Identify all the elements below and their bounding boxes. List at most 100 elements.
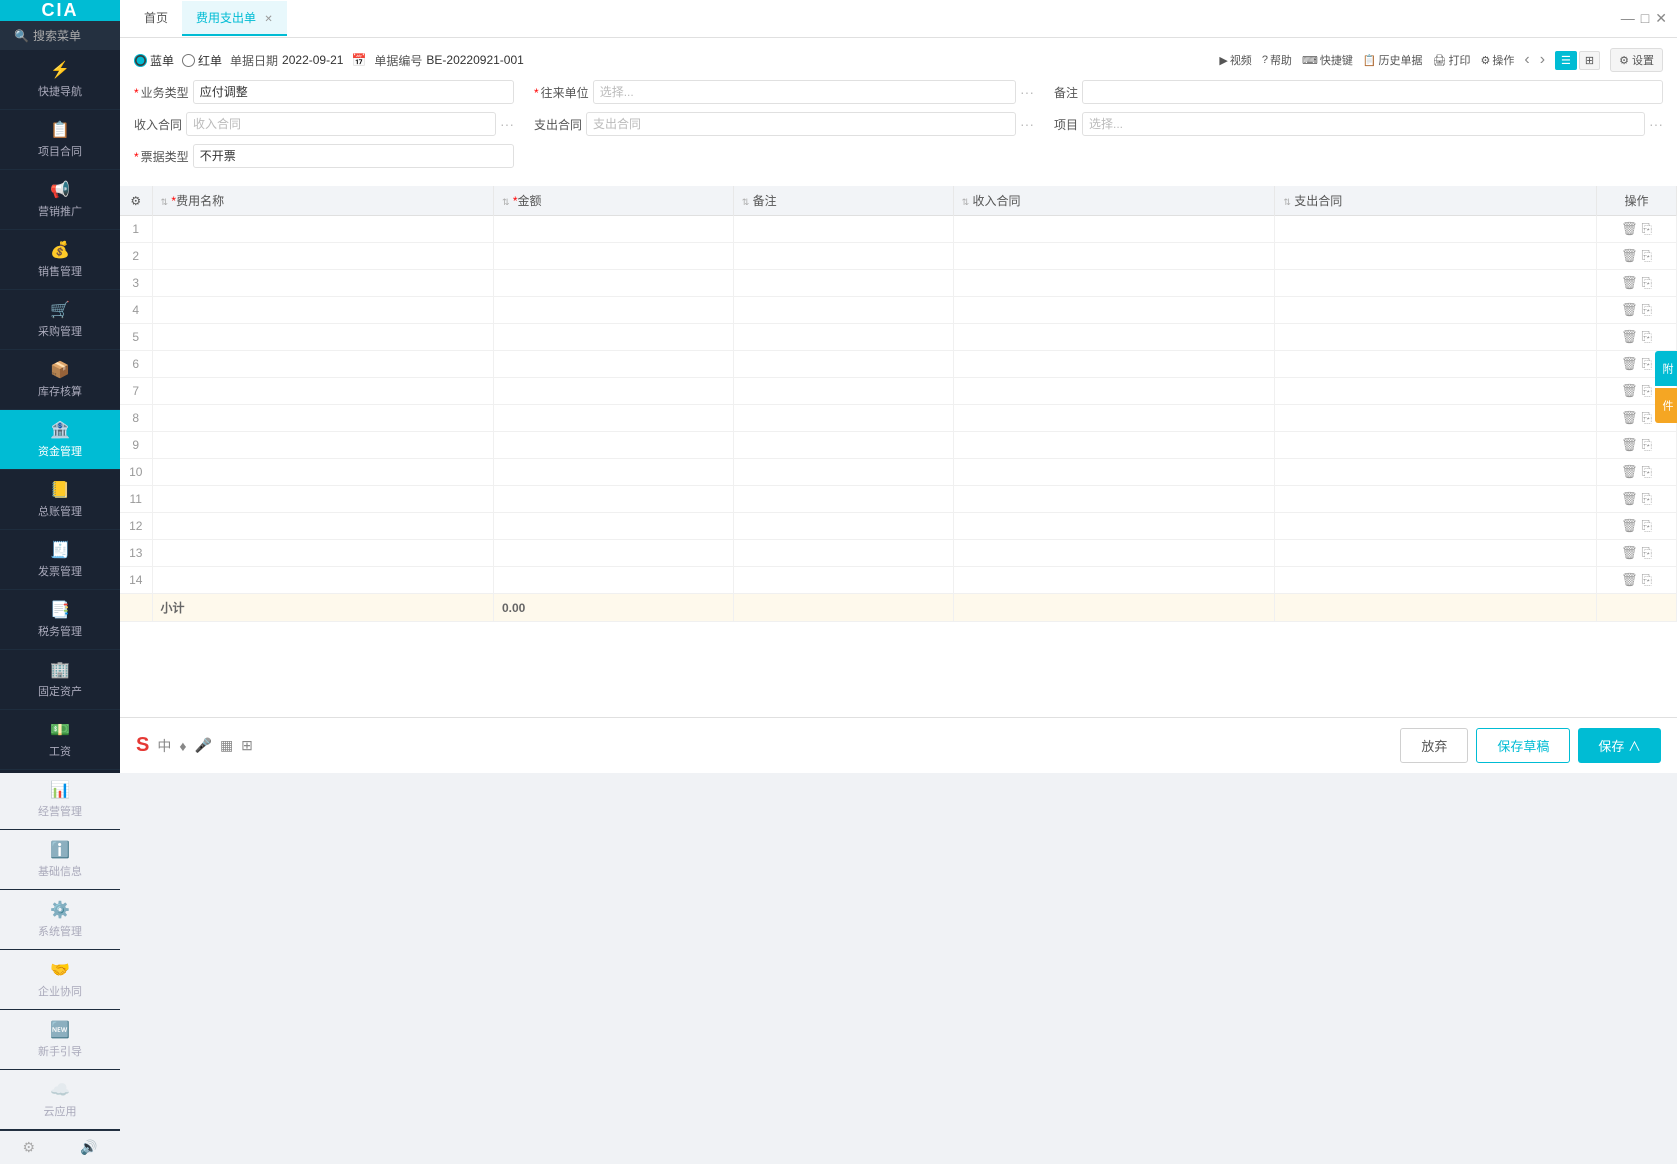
copy-icon[interactable]: ⎘ [1642, 491, 1652, 507]
copy-icon[interactable]: ⎘ [1642, 356, 1652, 372]
sidebar-item-capital[interactable]: 🏦 资金管理 [0, 410, 120, 470]
th-expense-contract[interactable]: ⇅ 支出合同 [1275, 186, 1597, 216]
sidebar-item-system[interactable]: ⚙️ 系统管理 [0, 890, 120, 950]
cell-expense-contract[interactable] [1275, 513, 1597, 540]
cell-income-contract[interactable] [953, 486, 1275, 513]
copy-icon[interactable]: ⎘ [1642, 221, 1652, 237]
cell-expense-name[interactable] [152, 351, 493, 378]
help-btn[interactable]: ? 帮助 [1262, 52, 1292, 68]
cell-amount[interactable] [493, 324, 733, 351]
cell-expense-contract[interactable] [1275, 459, 1597, 486]
brand-icon-mic[interactable]: 🎤 [195, 737, 212, 754]
tab-close-icon[interactable]: ✕ [264, 14, 272, 25]
copy-icon[interactable]: ⎘ [1642, 437, 1652, 453]
sidebar-search[interactable]: 🔍 搜索菜单 [0, 21, 120, 50]
nav-prev-btn[interactable]: ‹ [1524, 51, 1529, 69]
cell-expense-name[interactable] [152, 486, 493, 513]
cell-income-contract[interactable] [953, 270, 1275, 297]
tab-expense[interactable]: 费用支出单 ✕ [182, 1, 287, 36]
project-dots[interactable]: ··· [1649, 116, 1663, 132]
cell-expense-contract[interactable] [1275, 297, 1597, 324]
window-maximize[interactable]: □ [1641, 10, 1649, 27]
cell-expense-name[interactable] [152, 216, 493, 243]
delete-icon[interactable]: 🗑 [1621, 491, 1638, 507]
cell-expense-contract[interactable] [1275, 540, 1597, 567]
cell-expense-contract[interactable] [1275, 486, 1597, 513]
cell-income-contract[interactable] [953, 432, 1275, 459]
cell-amount[interactable] [493, 378, 733, 405]
brand-icon-diamond[interactable]: ♦ [179, 738, 186, 754]
cell-expense-contract[interactable] [1275, 567, 1597, 594]
sidebar-item-fixed-assets[interactable]: 🏢 固定资产 [0, 650, 120, 710]
th-amount[interactable]: ⇅ *金额 [493, 186, 733, 216]
cell-remark[interactable] [733, 513, 953, 540]
cell-expense-name[interactable] [152, 459, 493, 486]
shortcut-btn[interactable]: ⌨ 快捷键 [1302, 52, 1353, 68]
cell-remark[interactable] [733, 324, 953, 351]
copy-icon[interactable]: ⎘ [1642, 464, 1652, 480]
delete-icon[interactable]: 🗑 [1621, 545, 1638, 561]
counterparty-dots[interactable]: ··· [1020, 84, 1034, 100]
cell-amount[interactable] [493, 297, 733, 324]
cell-income-contract[interactable] [953, 378, 1275, 405]
delete-icon[interactable]: 🗑 [1621, 437, 1638, 453]
cell-expense-name[interactable] [152, 540, 493, 567]
cell-expense-contract[interactable] [1275, 324, 1597, 351]
cell-expense-name[interactable] [152, 513, 493, 540]
cell-expense-name[interactable] [152, 243, 493, 270]
sidebar-item-new-guide[interactable]: 🆕 新手引导 [0, 1010, 120, 1070]
cell-expense-contract[interactable] [1275, 405, 1597, 432]
save-button[interactable]: 保存 ∧ [1578, 728, 1661, 763]
volume-icon[interactable]: 🔊 [80, 1139, 97, 1156]
cell-remark[interactable] [733, 486, 953, 513]
th-gear[interactable]: ⚙ [120, 186, 152, 216]
delete-icon[interactable]: 🗑 [1621, 410, 1638, 426]
sidebar-item-quick-nav[interactable]: ⚡ 快捷导航 [0, 50, 120, 110]
counterparty-input[interactable] [593, 80, 1016, 104]
cell-expense-name[interactable] [152, 432, 493, 459]
cell-income-contract[interactable] [953, 540, 1275, 567]
window-minimize[interactable]: — [1621, 10, 1635, 27]
sidebar-item-sales[interactable]: 💰 销售管理 [0, 230, 120, 290]
cell-income-contract[interactable] [953, 459, 1275, 486]
save-draft-button[interactable]: 保存草稿 [1476, 728, 1570, 763]
cell-expense-contract[interactable] [1275, 432, 1597, 459]
expense-contract-dots[interactable]: ··· [1020, 116, 1034, 132]
cell-amount[interactable] [493, 243, 733, 270]
cell-remark[interactable] [733, 216, 953, 243]
cell-amount[interactable] [493, 216, 733, 243]
delete-icon[interactable]: 🗑 [1621, 518, 1638, 534]
cell-remark[interactable] [733, 567, 953, 594]
cell-expense-name[interactable] [152, 297, 493, 324]
copy-icon[interactable]: ⎘ [1642, 302, 1652, 318]
brand-icon-zh[interactable]: 中 [157, 736, 171, 756]
view-grid-btn[interactable]: ⊞ [1579, 51, 1600, 70]
th-remark[interactable]: ⇅ 备注 [733, 186, 953, 216]
cell-income-contract[interactable] [953, 324, 1275, 351]
cell-amount[interactable] [493, 513, 733, 540]
project-input[interactable] [1082, 112, 1645, 136]
cell-amount[interactable] [493, 486, 733, 513]
cell-expense-contract[interactable] [1275, 378, 1597, 405]
sidebar-item-salary[interactable]: 💵 工资 [0, 710, 120, 770]
delete-icon[interactable]: 🗑 [1621, 221, 1638, 237]
copy-icon[interactable]: ⎘ [1642, 410, 1652, 426]
right-float-files-btn[interactable]: 件 [1655, 388, 1677, 423]
sidebar-item-cloud[interactable]: ☁️ 云应用 [0, 1070, 120, 1130]
delete-icon[interactable]: 🗑 [1621, 248, 1638, 264]
history-btn[interactable]: 📋 历史单据 [1363, 52, 1423, 68]
cell-expense-name[interactable] [152, 567, 493, 594]
business-type-select[interactable]: 应付调整 [193, 80, 514, 104]
expense-contract-input[interactable] [586, 112, 1016, 136]
cell-remark[interactable] [733, 405, 953, 432]
cell-remark[interactable] [733, 432, 953, 459]
sidebar-item-marketing[interactable]: 📢 营销推广 [0, 170, 120, 230]
blue-radio-label[interactable]: 蓝单 [134, 52, 174, 69]
sidebar-item-ledger[interactable]: 📒 总账管理 [0, 470, 120, 530]
cell-expense-contract[interactable] [1275, 216, 1597, 243]
copy-icon[interactable]: ⎘ [1642, 329, 1652, 345]
window-close[interactable]: ✕ [1655, 10, 1667, 27]
cell-remark[interactable] [733, 243, 953, 270]
delete-icon[interactable]: 🗑 [1621, 302, 1638, 318]
cell-amount[interactable] [493, 405, 733, 432]
